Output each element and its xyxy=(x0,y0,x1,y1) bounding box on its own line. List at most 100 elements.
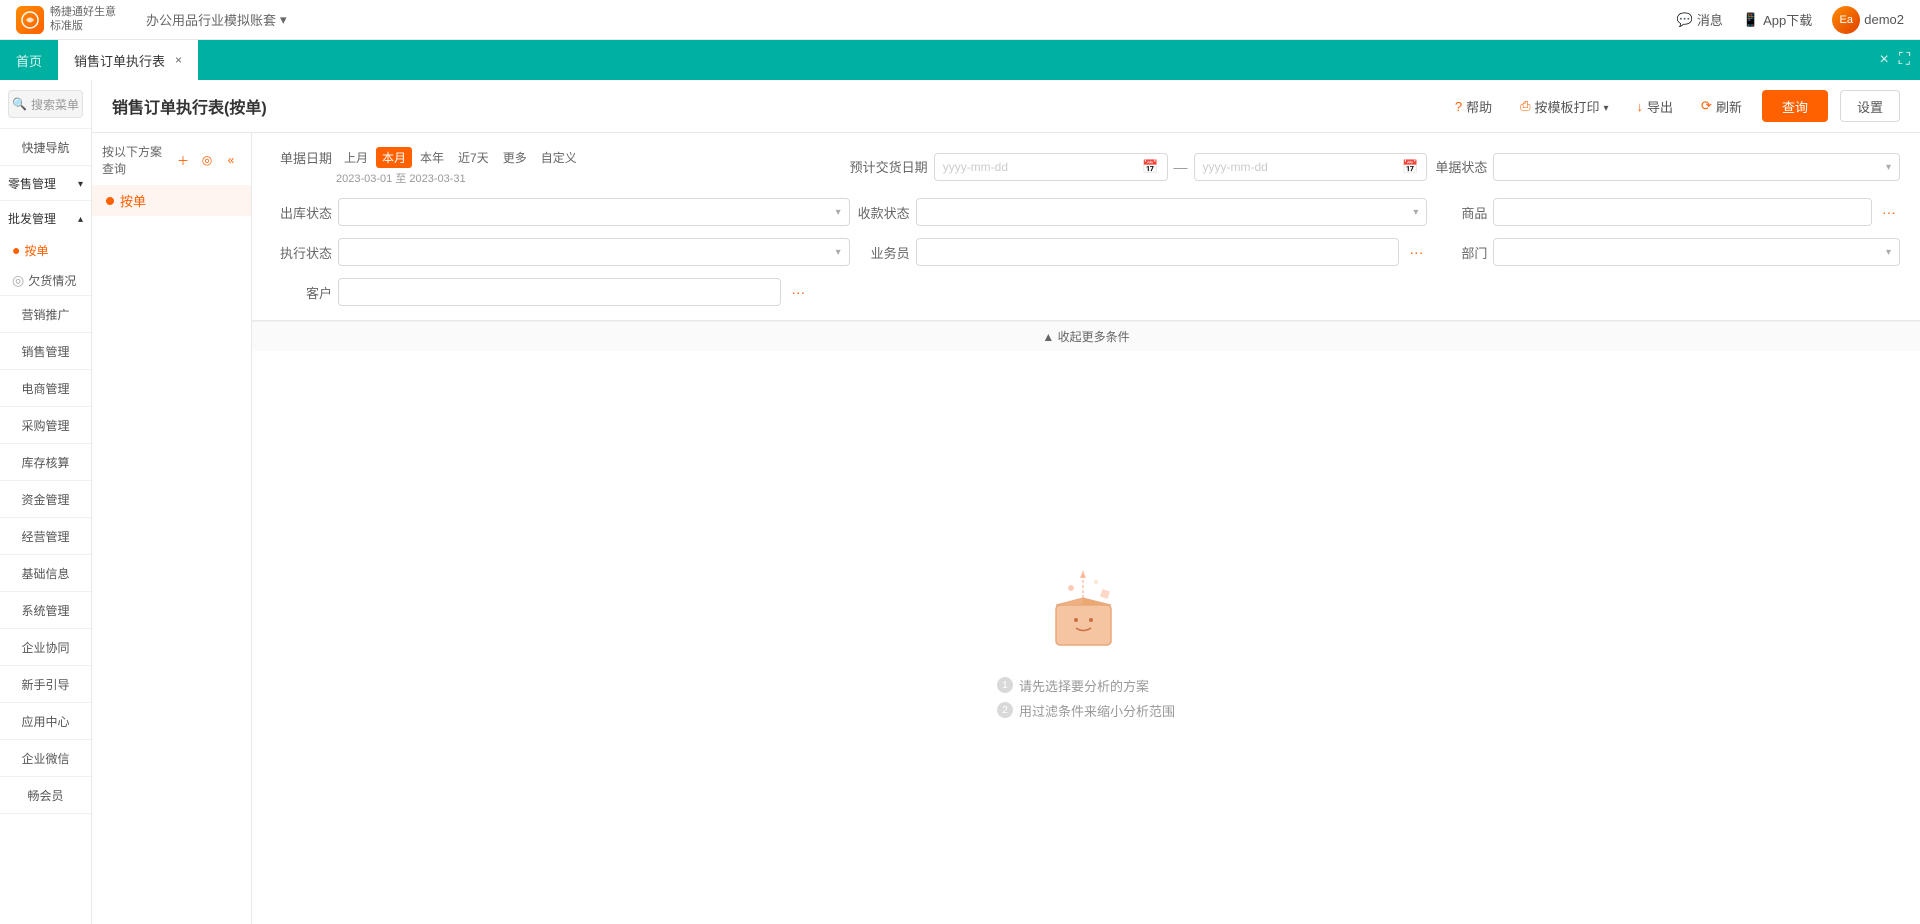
logo-icon xyxy=(16,6,44,34)
doc-status-dropdown-icon xyxy=(1886,161,1891,173)
sidebar-item-quick-nav[interactable]: 快捷导航 xyxy=(0,129,91,165)
sidebar-ops: 经营管理 xyxy=(0,518,91,555)
tab-close-window-icon[interactable]: × xyxy=(1879,51,1888,69)
exec-dropdown-icon xyxy=(836,246,841,258)
filter-row-2: 出库状态 收款状态 xyxy=(272,198,1900,226)
sidebar-item-purchase-mgmt[interactable]: 采购管理 xyxy=(0,407,91,443)
filter-form: 单据日期 上月 本月 本年 近7天 更多 自定义 xyxy=(252,133,1920,321)
top-header: 畅捷通好生意 标准版 办公用品行业模拟账套 ▾ 💬 消息 📱 App下载 Ea … xyxy=(0,0,1920,40)
receipt-status-select[interactable] xyxy=(916,198,1428,226)
user-nav[interactable]: Ea demo2 xyxy=(1832,6,1904,34)
tab-sales-exec[interactable]: 销售订单执行表 × xyxy=(58,40,198,80)
sidebar-item-retail-mgmt[interactable]: 零售管理 xyxy=(0,166,91,200)
collapse-bar[interactable]: ▲ 收起更多条件 xyxy=(252,321,1920,351)
help-button[interactable]: ? 帮助 xyxy=(1447,93,1500,120)
outstock-status-select[interactable] xyxy=(338,198,850,226)
sidebar-fund: 资金管理 xyxy=(0,481,91,518)
sidebar-item-enterprise-coop[interactable]: 企业协同 xyxy=(0,629,91,665)
content-area: 销售订单执行表(按单) ? 帮助 ⎙ 按模板打印 ↓ 导出 ⟳ 刷新 xyxy=(92,80,1920,924)
help-icon: ? xyxy=(1455,99,1462,114)
tab-home[interactable]: 首页 xyxy=(0,40,58,80)
salesman-more-icon[interactable]: ··· xyxy=(1405,244,1427,260)
expected-date-start[interactable]: yyyy-mm-dd 📅 xyxy=(934,153,1168,181)
sidebar-ecom: 电商管理 xyxy=(0,370,91,407)
date-tabs: 上月 本月 本年 近7天 更多 自定义 xyxy=(338,147,583,168)
sidebar-search-area: 🔍 搜索菜单 xyxy=(0,80,91,129)
breadcrumb[interactable]: 办公用品行业模拟账套 ▾ xyxy=(146,10,287,29)
calendar-icon-2: 📅 xyxy=(1402,159,1418,175)
logo-text: 畅捷通好生意 标准版 xyxy=(50,6,116,32)
filter-form-area: 单据日期 上月 本月 本年 近7天 更多 自定义 xyxy=(252,133,1920,924)
customer-more-icon[interactable]: ··· xyxy=(787,284,809,300)
sidebar-item-sys-mgmt[interactable]: 系统管理 xyxy=(0,592,91,628)
breadcrumb-arrow-icon: ▾ xyxy=(280,12,287,28)
avatar: Ea xyxy=(1832,6,1860,34)
header-left: 畅捷通好生意 标准版 办公用品行业模拟账套 ▾ xyxy=(16,6,287,34)
app-download-nav[interactable]: 📱 App下载 xyxy=(1743,10,1812,29)
customer-input[interactable] xyxy=(338,278,781,306)
sidebar-item-marketing[interactable]: 营销推广 xyxy=(0,296,91,332)
refresh-button[interactable]: ⟳ 刷新 xyxy=(1693,93,1750,120)
date-tab-this-year[interactable]: 本年 xyxy=(414,147,450,168)
panel-add-icon[interactable]: ＋ xyxy=(173,150,193,170)
page-actions: ? 帮助 ⎙ 按模板打印 ↓ 导出 ⟳ 刷新 查询 设置 xyxy=(1447,90,1900,122)
date-tab-more[interactable]: 更多 xyxy=(497,147,533,168)
query-button[interactable]: 查询 xyxy=(1762,90,1828,122)
filter-salesman: 业务员 ··· xyxy=(850,238,1428,266)
sidebar-item-enterprise-wechat[interactable]: 企业微信 xyxy=(0,740,91,776)
goods-input[interactable] xyxy=(1493,198,1872,226)
salesman-input[interactable] xyxy=(916,238,1400,266)
filter-row-1: 单据日期 上月 本月 本年 近7天 更多 自定义 xyxy=(272,147,1900,186)
exec-status-select[interactable] xyxy=(338,238,850,266)
sidebar-item-wholesale-mgmt[interactable]: 批发管理 xyxy=(0,201,91,235)
data-area: 1 请先选择要分析的方案 2 用过滤条件来缩小分析范围 xyxy=(252,355,1920,924)
panel-refresh-icon[interactable]: ◎ xyxy=(197,150,217,170)
export-button[interactable]: ↓ 导出 xyxy=(1629,93,1682,120)
expected-date-end[interactable]: yyyy-mm-dd 📅 xyxy=(1194,153,1428,181)
main-layout: 🔍 搜索菜单 快捷导航 零售管理 批发管理 ● 按单 xyxy=(0,80,1920,924)
sidebar-basic: 基础信息 xyxy=(0,555,91,592)
dept-select[interactable] xyxy=(1493,238,1900,266)
goods-more-icon[interactable]: ··· xyxy=(1878,204,1900,220)
date-tab-custom[interactable]: 自定义 xyxy=(535,147,583,168)
message-nav[interactable]: 💬 消息 xyxy=(1677,10,1723,29)
filter-doc-status: 单据状态 xyxy=(1427,153,1900,181)
sidebar-marketing: 营销推广 xyxy=(0,296,91,333)
sidebar-item-member[interactable]: 畅会员 xyxy=(0,777,91,813)
doc-status-select[interactable] xyxy=(1493,153,1900,181)
date-tab-7days[interactable]: 近7天 xyxy=(452,147,495,168)
sidebar-item-app-center[interactable]: 应用中心 xyxy=(0,703,91,739)
page-title: 销售订单执行表(按单) xyxy=(112,94,267,118)
filter-exec-status: 执行状态 xyxy=(272,238,850,266)
calendar-icon-1: 📅 xyxy=(1142,159,1158,175)
date-tab-last-month[interactable]: 上月 xyxy=(338,147,374,168)
print-template-button[interactable]: ⎙ 按模板打印 xyxy=(1512,93,1616,120)
search-icon: 🔍 xyxy=(12,97,27,111)
scheme-item-press-order[interactable]: 按单 xyxy=(92,185,251,216)
sidebar-item-ops-mgmt[interactable]: 经营管理 xyxy=(0,518,91,554)
sidebar-item-sales-mgmt[interactable]: 销售管理 xyxy=(0,333,91,369)
sidebar-enterprise-wechat: 企业微信 xyxy=(0,740,91,777)
sidebar-enterprise-coop: 企业协同 xyxy=(0,629,91,666)
chevron-icon xyxy=(78,176,83,190)
print-icon: ⎙ xyxy=(1520,98,1530,114)
sidebar-item-fund-mgmt[interactable]: 资金管理 xyxy=(0,481,91,517)
empty-tips: 1 请先选择要分析的方案 2 用过滤条件来缩小分析范围 xyxy=(997,676,1175,720)
sidebar-subitem-press-order[interactable]: ● 按单 xyxy=(0,235,91,265)
tip-number-2: 2 xyxy=(997,702,1013,718)
export-icon: ↓ xyxy=(1637,99,1644,114)
sidebar-subitem-owe-stock[interactable]: ◎ 欠货情况 xyxy=(0,265,91,295)
tip-number-1: 1 xyxy=(997,677,1013,693)
date-tab-this-month[interactable]: 本月 xyxy=(376,147,412,168)
tab-close-icon[interactable]: × xyxy=(175,53,182,67)
sidebar-item-basic-info[interactable]: 基础信息 xyxy=(0,555,91,591)
sidebar-item-stock-check[interactable]: 库存核算 xyxy=(0,444,91,480)
sidebar-search-button[interactable]: 🔍 搜索菜单 xyxy=(8,90,83,118)
settings-button[interactable]: 设置 xyxy=(1840,90,1900,122)
tab-expand-icon[interactable]: ⛶ xyxy=(1899,51,1910,69)
sidebar-item-ecom-mgmt[interactable]: 电商管理 xyxy=(0,370,91,406)
panel-actions: ＋ ◎ « xyxy=(173,150,241,170)
app-download-icon: 📱 xyxy=(1743,12,1759,28)
sidebar-item-new-guide[interactable]: 新手引导 xyxy=(0,666,91,702)
panel-collapse-icon[interactable]: « xyxy=(221,150,241,170)
